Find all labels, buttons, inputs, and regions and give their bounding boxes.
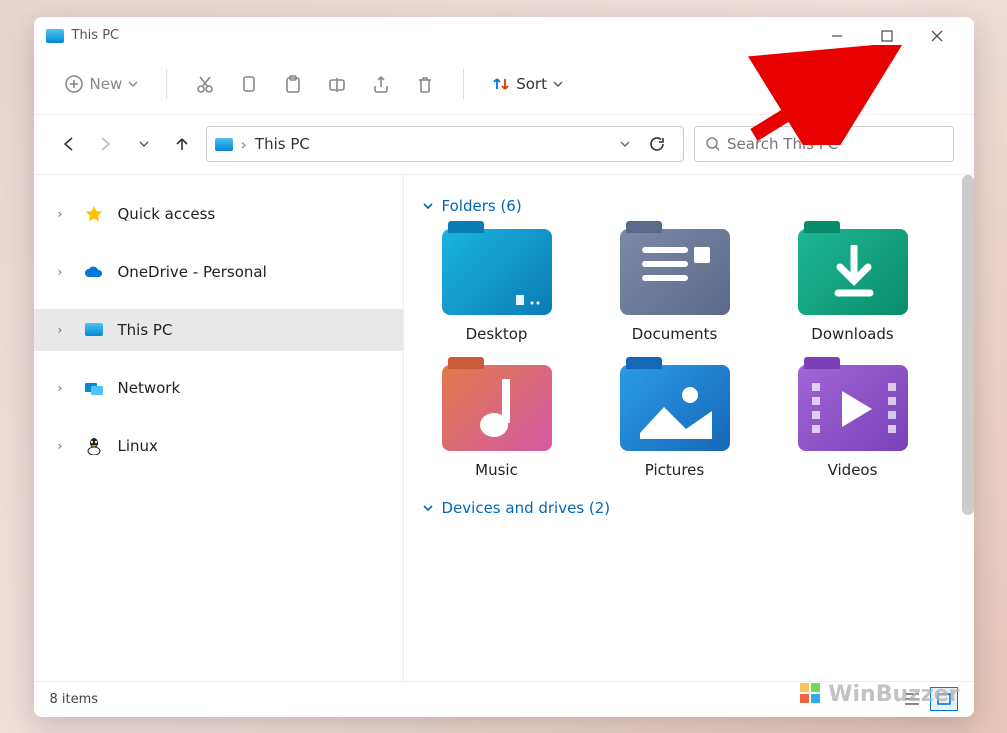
folder-label: Downloads [811,325,893,343]
main-panel: Folders (6) Desktop Documents Downloads [404,175,974,681]
chevron-right-icon: › [58,265,70,279]
folder-label: Desktop [466,325,528,343]
address-path: This PC [255,135,310,153]
share-button[interactable] [361,66,401,102]
search-input[interactable] [727,135,943,153]
forward-button[interactable] [92,130,120,158]
paste-button[interactable] [273,66,313,102]
chevron-right-icon: › [58,381,70,395]
sidebar-item-label: This PC [118,321,173,339]
content: › Quick access › OneDrive - Personal › T… [34,175,974,681]
sidebar-item-label: Quick access [118,205,216,223]
chevron-down-icon [422,200,434,212]
folder-desktop[interactable]: Desktop [422,229,572,343]
star-icon [84,205,104,223]
sidebar-item-label: Network [118,379,181,397]
nav-row: › This PC [34,115,974,175]
back-button[interactable] [54,130,82,158]
recent-dropdown[interactable] [130,130,158,158]
section-devices-label: Devices and drives (2) [442,499,611,517]
item-count: 8 items [50,692,99,707]
search-box[interactable] [694,126,954,162]
folder-videos[interactable]: Videos [778,365,928,479]
rename-button[interactable] [317,66,357,102]
address-dropdown[interactable] [619,138,631,150]
chevron-(n)one-icon [422,502,434,514]
toolbar: New Sort [34,55,974,115]
search-icon [705,136,719,152]
folder-label: Videos [828,461,878,479]
scrollbar[interactable] [962,175,974,515]
chevron-right-icon: › [58,207,70,221]
watermark: WinBuzzer [800,682,959,707]
new-label: New [90,75,123,93]
sort-button[interactable]: Sort [482,67,573,101]
section-folders-label: Folders (6) [442,197,522,215]
new-button[interactable]: New [54,66,149,102]
minimize-button[interactable] [812,17,862,55]
sidebar-item-label: Linux [118,437,158,455]
delete-button[interactable] [405,66,445,102]
sidebar-item-onedrive[interactable]: › OneDrive - Personal [34,251,403,293]
folder-label: Pictures [645,461,704,479]
folder-documents[interactable]: Documents [600,229,750,343]
refresh-button[interactable] [639,135,675,153]
network-icon [84,380,104,396]
folder-music[interactable]: Music [422,365,572,479]
folder-pictures[interactable]: Pictures [600,365,750,479]
folder-label: Documents [632,325,718,343]
pc-icon [84,323,104,336]
maximize-button[interactable] [862,17,912,55]
folders-grid: Desktop Documents Downloads Music Pictur… [422,229,956,479]
pc-icon [215,138,233,151]
sidebar-item-label: OneDrive - Personal [118,263,267,281]
section-devices-header[interactable]: Devices and drives (2) [422,499,956,517]
sidebar: › Quick access › OneDrive - Personal › T… [34,175,404,681]
sort-label: Sort [516,75,547,93]
cut-button[interactable] [185,66,225,102]
titlebar: This PC [34,17,974,55]
copy-button[interactable] [229,66,269,102]
sidebar-item-network[interactable]: › Network [34,367,403,409]
toolbar-divider [166,69,167,99]
cloud-icon [84,265,104,279]
close-button[interactable] [912,17,962,55]
sidebar-item-this-pc[interactable]: › This PC [34,309,403,351]
breadcrumb-separator: › [241,135,247,154]
chevron-right-icon: › [58,439,70,453]
watermark-text: WinBuzzer [828,682,959,707]
section-folders-header[interactable]: Folders (6) [422,197,956,215]
folder-label: Music [475,461,518,479]
sidebar-item-linux[interactable]: › Linux [34,425,403,467]
linux-icon [84,437,104,455]
chevron-right-icon: › [58,323,70,337]
chevron-down-icon [553,79,563,89]
sidebar-item-quick-access[interactable]: › Quick access [34,193,403,235]
address-bar[interactable]: › This PC [206,126,684,162]
pc-icon [46,29,64,43]
folder-downloads[interactable]: Downloads [778,229,928,343]
window-title: This PC [72,28,120,43]
up-button[interactable] [168,130,196,158]
toolbar-divider [463,69,464,99]
chevron-down-icon [128,79,138,89]
